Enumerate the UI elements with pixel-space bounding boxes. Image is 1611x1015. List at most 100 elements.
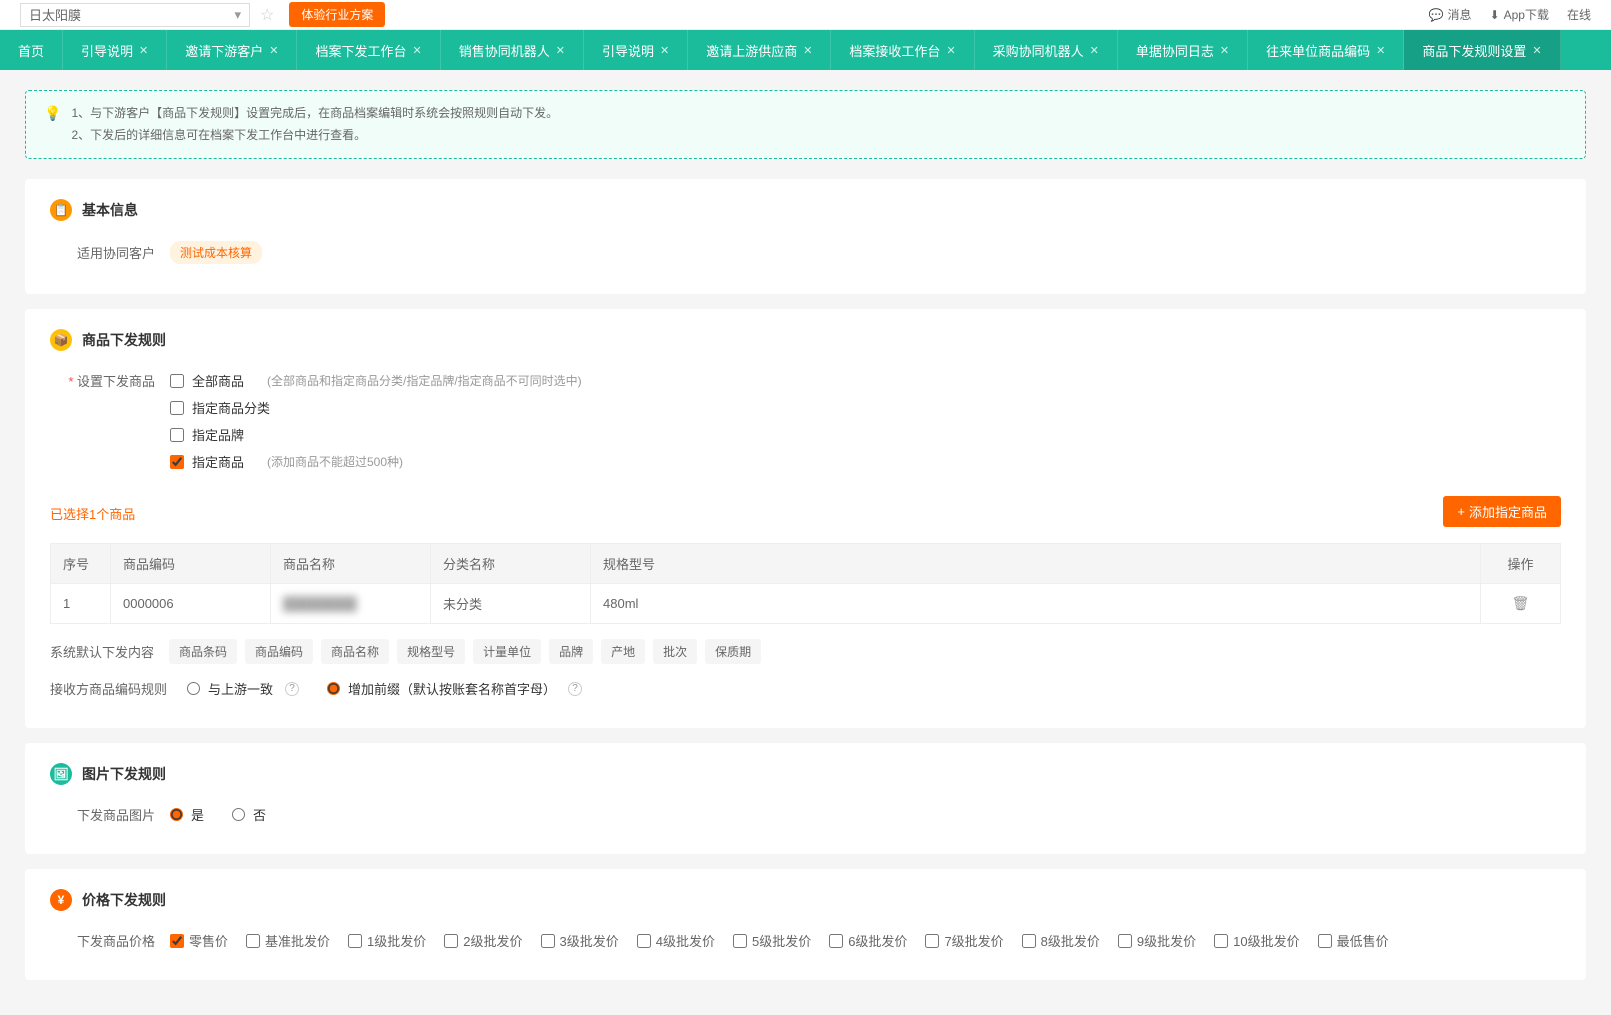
- price-option[interactable]: 4级批发价: [637, 931, 715, 950]
- tab-档案下发工作台[interactable]: 档案下发工作台✕: [297, 30, 440, 70]
- tab-商品下发规则设置[interactable]: 商品下发规则设置✕: [1404, 30, 1560, 70]
- close-icon[interactable]: ✕: [1532, 44, 1541, 57]
- tab-销售协同机器人[interactable]: 销售协同机器人✕: [441, 30, 584, 70]
- tab-单据协同日志[interactable]: 单据协同日志✕: [1118, 30, 1248, 70]
- price-option[interactable]: 9级批发价: [1118, 931, 1196, 950]
- th-name: 商品名称: [271, 544, 431, 584]
- recv-rule-label: 接收方商品编码规则: [50, 679, 187, 698]
- tab-档案接收工作台[interactable]: 档案接收工作台✕: [831, 30, 974, 70]
- default-tag: 产地: [601, 639, 645, 664]
- price-option[interactable]: 10级批发价: [1214, 931, 1299, 950]
- price-checkbox[interactable]: [348, 934, 362, 948]
- price-option[interactable]: 3级批发价: [541, 931, 619, 950]
- checkbox-all-products[interactable]: [170, 374, 184, 388]
- close-icon[interactable]: ✕: [660, 44, 669, 57]
- bulb-icon: 💡: [44, 105, 61, 122]
- close-icon[interactable]: ✕: [803, 44, 812, 57]
- add-product-button[interactable]: + 添加指定商品: [1443, 496, 1561, 527]
- price-option[interactable]: 6级批发价: [829, 931, 907, 950]
- price-option[interactable]: 零售价: [170, 931, 228, 950]
- close-icon[interactable]: ✕: [946, 44, 955, 57]
- price-checkbox[interactable]: [637, 934, 651, 948]
- price-option[interactable]: 2级批发价: [444, 931, 522, 950]
- price-checkbox[interactable]: [170, 934, 184, 948]
- price-option[interactable]: 最低售价: [1318, 931, 1389, 950]
- nav-tabs: 首页引导说明✕邀请下游客户✕档案下发工作台✕销售协同机器人✕引导说明✕邀请上游供…: [0, 30, 1611, 70]
- default-tag: 计量单位: [473, 639, 541, 664]
- star-icon[interactable]: ☆: [260, 5, 274, 25]
- tab-往来单位商品编码[interactable]: 往来单位商品编码✕: [1248, 30, 1404, 70]
- help-icon[interactable]: ?: [568, 682, 582, 696]
- notice-text: 1、与下游客户【商品下发规则】设置完成后，在商品档案编辑时系统会按照规则自动下发…: [71, 103, 558, 146]
- selected-count: 已选择1个商品: [50, 504, 135, 523]
- tab-引导说明[interactable]: 引导说明✕: [584, 30, 688, 70]
- checkbox-specific-product[interactable]: [170, 455, 184, 469]
- radio-image-yes[interactable]: [170, 808, 183, 821]
- tab-邀请上游供应商[interactable]: 邀请上游供应商✕: [688, 30, 831, 70]
- close-icon[interactable]: ✕: [1220, 44, 1229, 57]
- price-option[interactable]: 基准批发价: [246, 931, 330, 950]
- price-option[interactable]: 1级批发价: [348, 931, 426, 950]
- price-checkbox[interactable]: [1214, 934, 1228, 948]
- price-checkbox[interactable]: [444, 934, 458, 948]
- notice-line2: 2、下发后的详细信息可在档案下发工作台中进行查看。: [71, 125, 558, 147]
- radio-add-prefix[interactable]: [327, 682, 340, 695]
- message-icon: 💬: [1429, 8, 1444, 22]
- table-row: 10000006████████未分类480ml🗑: [51, 584, 1561, 624]
- price-option[interactable]: 8级批发价: [1022, 931, 1100, 950]
- label-customer: 适用协同客户: [50, 243, 170, 262]
- online-link[interactable]: 在线: [1567, 6, 1591, 23]
- app-download-link[interactable]: ⬇App下载: [1490, 6, 1549, 23]
- close-icon[interactable]: ✕: [139, 44, 148, 57]
- message-link[interactable]: 💬消息: [1429, 6, 1472, 23]
- price-checkbox[interactable]: [829, 934, 843, 948]
- price-checkbox[interactable]: [1118, 934, 1132, 948]
- default-content-row: 系统默认下发内容 商品条码商品编码商品名称规格型号计量单位品牌产地批次保质期: [50, 639, 1561, 664]
- help-icon[interactable]: ?: [285, 682, 299, 696]
- radio-image-yes-label[interactable]: 是: [170, 805, 204, 824]
- basic-info-card: 📋 基本信息 适用协同客户 测试成本核算: [25, 179, 1586, 294]
- price-option[interactable]: 7级批发价: [925, 931, 1003, 950]
- tab-采购协同机器人[interactable]: 采购协同机器人✕: [975, 30, 1118, 70]
- close-icon[interactable]: ✕: [269, 44, 278, 57]
- th-seq: 序号: [51, 544, 111, 584]
- image-rule-icon: 🖼: [50, 763, 72, 785]
- default-label: 系统默认下发内容: [50, 642, 154, 661]
- radio-image-no-label[interactable]: 否: [232, 805, 266, 824]
- close-icon[interactable]: ✕: [1090, 44, 1099, 57]
- product-table: 序号 商品编码 商品名称 分类名称 规格型号 操作 10000006██████…: [50, 543, 1561, 624]
- tab-邀请下游客户[interactable]: 邀请下游客户✕: [167, 30, 297, 70]
- tab-首页[interactable]: 首页: [0, 30, 63, 70]
- basic-icon: 📋: [50, 199, 72, 221]
- close-icon[interactable]: ✕: [413, 44, 422, 57]
- notice-line1: 1、与下游客户【商品下发规则】设置完成后，在商品档案编辑时系统会按照规则自动下发…: [71, 103, 558, 125]
- default-tag: 规格型号: [397, 639, 465, 664]
- checkbox-brand[interactable]: [170, 428, 184, 442]
- radio-same-upstream[interactable]: [187, 682, 200, 695]
- delete-icon[interactable]: 🗑: [1512, 595, 1530, 611]
- image-rule-card: 🖼 图片下发规则 下发商品图片 是 否: [25, 743, 1586, 854]
- company-dropdown[interactable]: 日太阳膜: [20, 3, 250, 27]
- tab-引导说明[interactable]: 引导说明✕: [63, 30, 167, 70]
- price-option[interactable]: 5级批发价: [733, 931, 811, 950]
- radio-add-prefix-label[interactable]: 增加前缀（默认按账套名称首字母） ?: [327, 679, 582, 698]
- price-checkbox[interactable]: [541, 934, 555, 948]
- content: 💡 1、与下游客户【商品下发规则】设置完成后，在商品档案编辑时系统会按照规则自动…: [0, 70, 1611, 1015]
- price-checkbox[interactable]: [1318, 934, 1332, 948]
- close-icon[interactable]: ✕: [1376, 44, 1385, 57]
- radio-image-no[interactable]: [232, 808, 245, 821]
- price-checkbox[interactable]: [925, 934, 939, 948]
- price-checkbox[interactable]: [1022, 934, 1036, 948]
- notice-banner: 💡 1、与下游客户【商品下发规则】设置完成后，在商品档案编辑时系统会按照规则自动…: [25, 90, 1586, 159]
- price-checkbox[interactable]: [733, 934, 747, 948]
- label-send-price: 下发商品价格: [50, 931, 170, 950]
- price-checkbox[interactable]: [246, 934, 260, 948]
- checkbox-category[interactable]: [170, 401, 184, 415]
- close-icon[interactable]: ✕: [556, 44, 565, 57]
- plus-icon: +: [1457, 504, 1465, 519]
- th-op: 操作: [1481, 544, 1561, 584]
- industry-plan-button[interactable]: 体验行业方案: [289, 2, 385, 27]
- card-title-basic: 📋 基本信息: [50, 199, 1561, 221]
- default-tag: 保质期: [705, 639, 761, 664]
- radio-same-upstream-label[interactable]: 与上游一致 ?: [187, 679, 299, 698]
